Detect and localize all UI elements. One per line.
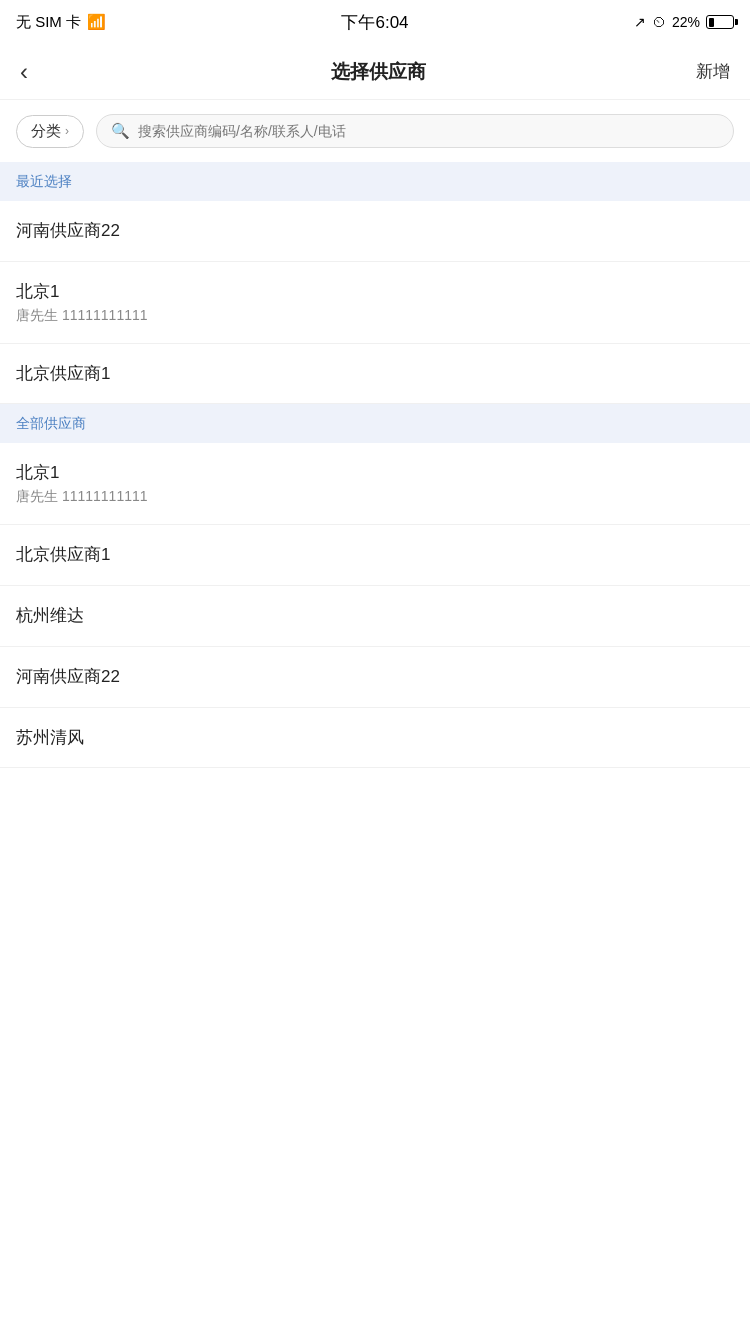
status-time: 下午6:04	[341, 11, 408, 34]
status-left: 无 SIM 卡 📶	[16, 13, 106, 32]
all-section-header: 全部供应商	[0, 404, 750, 443]
item-name: 苏州清风	[16, 726, 734, 750]
item-name: 北京1	[16, 280, 734, 304]
back-button[interactable]: ‹	[20, 58, 60, 86]
recent-list: 河南供应商22 北京1 唐先生 11111111111 北京供应商1	[0, 201, 750, 404]
recent-section-label: 最近选择	[16, 173, 72, 189]
list-item[interactable]: 北京供应商1	[0, 525, 750, 586]
item-name: 北京供应商1	[16, 362, 734, 386]
list-item[interactable]: 河南供应商22	[0, 647, 750, 708]
filter-bar: 分类 › 🔍	[0, 100, 750, 162]
category-label: 分类	[31, 122, 61, 141]
location-icon: ↗	[634, 14, 646, 30]
item-name: 北京1	[16, 461, 734, 485]
list-item[interactable]: 河南供应商22	[0, 201, 750, 262]
search-input[interactable]	[138, 123, 719, 139]
item-name: 河南供应商22	[16, 219, 734, 243]
search-box[interactable]: 🔍	[96, 114, 734, 148]
all-suppliers-list: 北京1 唐先生 11111111111 北京供应商1 杭州维达河南供应商22 苏州清风	[0, 443, 750, 768]
chevron-right-icon: ›	[65, 124, 69, 138]
list-item[interactable]: 苏州清风	[0, 708, 750, 769]
alarm-icon: ⏲	[652, 14, 666, 30]
item-name: 北京供应商1	[16, 543, 734, 567]
status-right: ↗ ⏲ 22%	[634, 14, 734, 30]
list-item[interactable]: 北京1 唐先生 11111111111	[0, 262, 750, 344]
wifi-icon: 📶	[87, 13, 106, 31]
battery-percent: 22%	[672, 14, 700, 30]
recent-section-header: 最近选择	[0, 162, 750, 201]
list-item[interactable]: 北京1 唐先生 11111111111	[0, 443, 750, 525]
search-icon: 🔍	[111, 122, 130, 140]
status-bar: 无 SIM 卡 📶 下午6:04 ↗ ⏲ 22%	[0, 0, 750, 44]
category-filter[interactable]: 分类 ›	[16, 115, 84, 148]
add-button[interactable]: 新增	[696, 60, 730, 83]
battery-icon	[706, 15, 734, 29]
nav-bar: ‹ 选择供应商 新增	[0, 44, 750, 100]
item-sub: 唐先生 11111111111	[16, 307, 734, 325]
item-name: 杭州维达	[16, 604, 734, 628]
item-name: 河南供应商22	[16, 665, 734, 689]
item-sub: 唐先生 11111111111	[16, 488, 734, 506]
all-section-label: 全部供应商	[16, 415, 86, 431]
no-sim-text: 无 SIM 卡	[16, 13, 81, 32]
list-item[interactable]: 杭州维达	[0, 586, 750, 647]
page-title: 选择供应商	[331, 59, 426, 85]
list-item[interactable]: 北京供应商1	[0, 344, 750, 405]
